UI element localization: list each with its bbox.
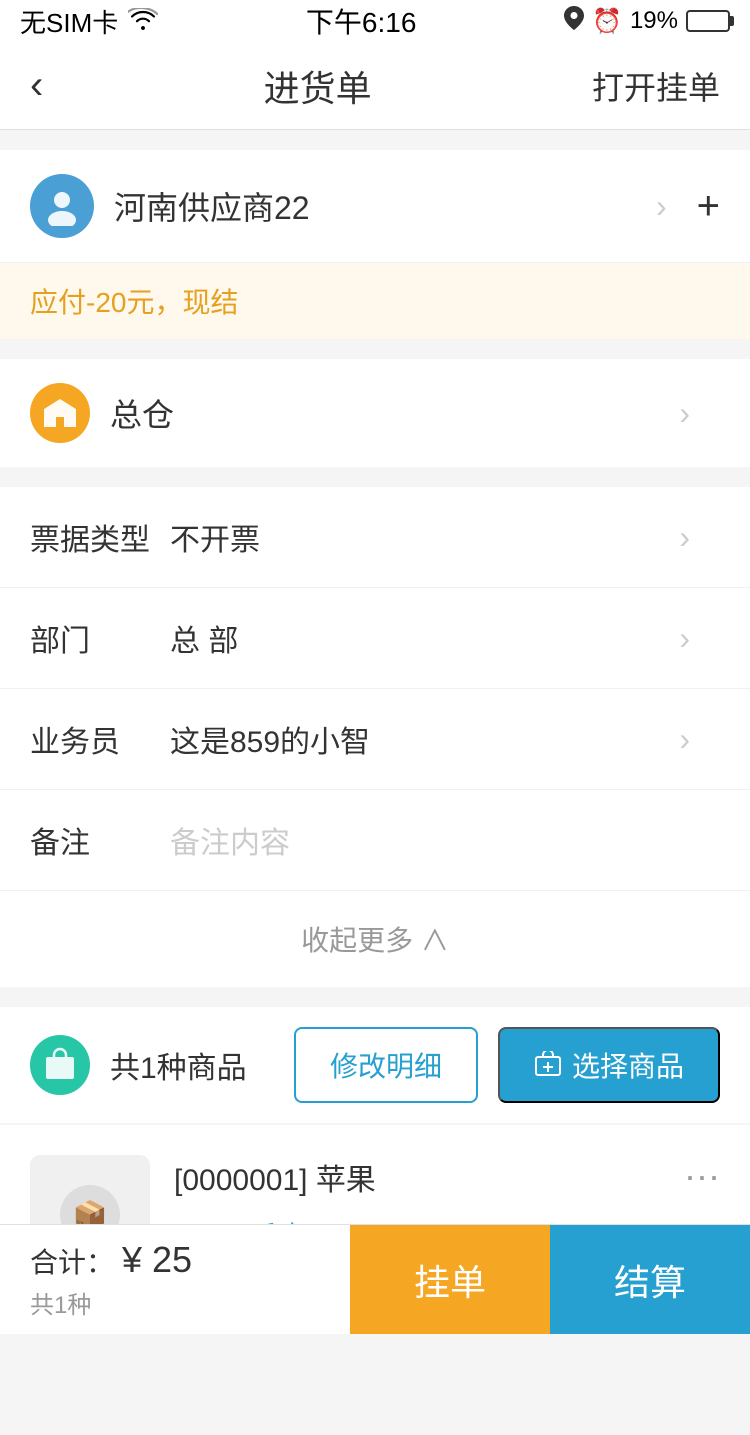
edit-detail-button[interactable]: 修改明细 [294,1027,478,1103]
section-gap-1 [0,130,750,150]
add-supplier-button[interactable]: + [697,184,720,229]
warehouse-name: 总仓 [110,390,679,436]
section-gap-4 [0,987,750,1007]
invoice-chevron-icon: › [679,519,690,556]
total-count: 共1种 [30,1285,320,1320]
product-count-text: 共1种商品 [110,1043,274,1087]
product-title: 苹果 [316,1164,376,1197]
staff-label: 业务员 [30,717,170,761]
status-bar-left: 无SIM卡 [20,3,158,40]
nav-bar: ‹ 进货单 打开挂单 [0,42,750,130]
product-count-icon [30,1035,90,1095]
remark-input[interactable]: 备注内容 [170,818,720,862]
collapse-button[interactable]: 收起更多 ∧ [0,890,750,987]
invoice-row[interactable]: 票据类型 不开票 › [0,487,750,588]
product-header: 共1种商品 修改明细 选择商品 [0,1007,750,1123]
alarm-icon: ⏰ [592,7,622,36]
supplier-chevron-icon: › [656,188,667,225]
page-title: 进货单 [264,60,372,112]
warehouse-section[interactable]: 总仓 › [0,359,750,467]
location-icon [564,6,584,37]
checkout-button[interactable]: 结算 [550,1225,750,1334]
form-section: 票据类型 不开票 › 部门 总 部 › 业务员 这是859的小智 › 备注 备注… [0,487,750,890]
supplier-avatar [30,174,94,238]
status-bar-time: 下午6:16 [306,1,417,41]
section-gap-3 [0,467,750,487]
open-hang-button[interactable]: 打开挂单 [592,63,720,109]
staff-row[interactable]: 业务员 这是859的小智 › [0,689,750,790]
dept-label: 部门 [30,616,170,660]
select-product-label: 选择商品 [572,1045,684,1085]
invoice-label: 票据类型 [30,515,170,559]
hang-button[interactable]: 挂单 [350,1225,550,1334]
dept-row[interactable]: 部门 总 部 › [0,588,750,689]
battery-percent: 19% [630,7,678,35]
total-section: 合计： ¥ 25 共1种 [0,1225,350,1334]
select-product-icon [534,1051,562,1079]
status-bar: 无SIM卡 下午6:16 ⏰ 19% [0,0,750,42]
section-gap-2 [0,339,750,359]
product-menu-button[interactable]: ··· [684,1155,720,1197]
total-amount: ¥ 25 [122,1239,192,1281]
battery-icon [686,10,730,32]
hang-label: 挂单 [414,1254,486,1306]
warehouse-row[interactable]: 总仓 › [0,359,750,467]
supplier-section: 河南供应商22 › + 应付-20元，现结 [0,150,750,339]
warehouse-chevron-icon: › [679,395,690,432]
wifi-icon [128,6,158,37]
invoice-value: 不开票 [170,515,679,559]
collapse-label: 收起更多 ∧ [301,925,449,956]
supplier-row[interactable]: 河南供应商22 › + [0,150,750,263]
back-button[interactable]: ‹ [30,63,43,108]
select-product-button[interactable]: 选择商品 [498,1027,720,1103]
bottom-bar: 合计： ¥ 25 共1种 挂单 结算 [0,1224,750,1334]
signal-text: 无SIM卡 [20,3,118,40]
checkout-label: 结算 [614,1254,686,1306]
warehouse-icon [30,383,90,443]
product-code: [0000001] [174,1164,307,1197]
product-name: [0000001] 苹果 [174,1155,684,1199]
staff-value: 这是859的小智 [170,717,679,761]
notice-row: 应付-20元，现结 [0,263,750,339]
remark-row[interactable]: 备注 备注内容 [0,790,750,890]
dept-value: 总 部 [170,616,679,660]
supplier-name: 河南供应商22 [114,183,656,229]
status-bar-right: ⏰ 19% [564,6,730,37]
dept-chevron-icon: › [679,620,690,657]
notice-text: 应付-20元，现结 [30,287,238,318]
total-label: 合计： [30,1241,114,1281]
remark-label: 备注 [30,818,170,862]
staff-chevron-icon: › [679,721,690,758]
